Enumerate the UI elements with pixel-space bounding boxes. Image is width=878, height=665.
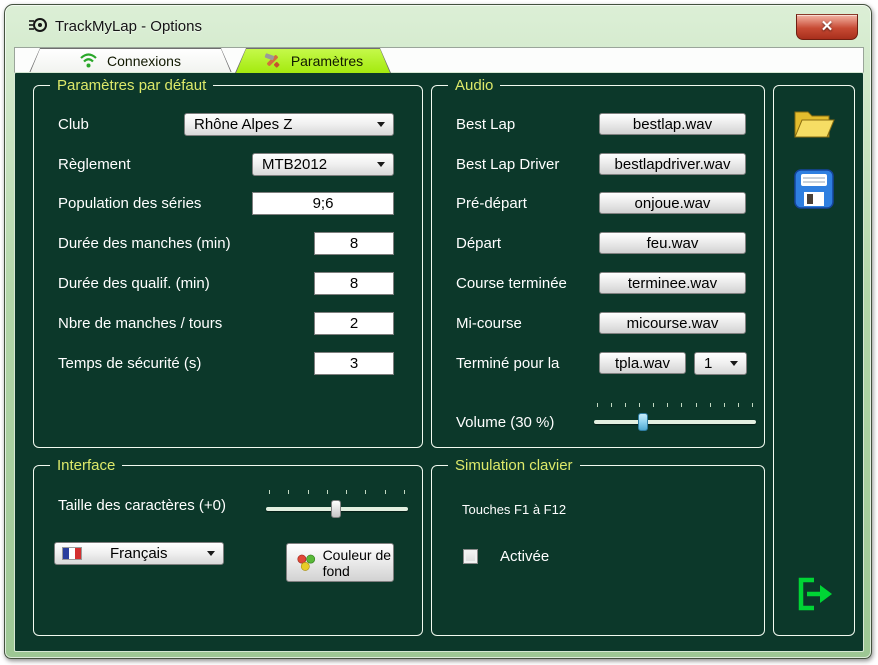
- group-simulation: Simulation clavier Touches F1 à F12 Acti…: [431, 457, 765, 636]
- row-nbre-manches: Nbre de manches / tours: [34, 312, 422, 336]
- temps-securite-input[interactable]: [314, 352, 394, 375]
- reglement-value: MTB2012: [262, 156, 328, 173]
- window-title: TrackMyLap - Options: [55, 18, 202, 35]
- volume-label: Volume (30 %): [456, 414, 555, 431]
- exit-icon[interactable]: [794, 575, 834, 613]
- row-duree-qualif: Durée des qualif. (min): [34, 272, 422, 296]
- row-bestlapdriver: Best Lap Driver bestlapdriver.wav: [432, 153, 764, 177]
- font-size-label: Taille des caractères (+0): [58, 497, 226, 514]
- row-club: Club Rhône Alpes Z: [34, 113, 422, 137]
- bestlapdriver-label: Best Lap Driver: [456, 156, 560, 173]
- tab-parametres-label: Paramètres: [290, 52, 364, 69]
- club-select[interactable]: Rhône Alpes Z: [184, 113, 394, 136]
- micourse-sound-button[interactable]: micourse.wav: [599, 312, 746, 334]
- row-temps-securite: Temps de sécurité (s): [34, 352, 422, 376]
- tools-icon: [264, 52, 280, 68]
- group-interface-title: Interface: [50, 457, 123, 474]
- row-activee: Activée: [463, 548, 549, 565]
- tpla-count-value: 1: [704, 355, 713, 372]
- tpla-count-select[interactable]: 1: [694, 352, 747, 375]
- chevron-down-icon: [730, 361, 738, 366]
- chevron-down-icon: [377, 162, 385, 167]
- duree-qualif-label: Durée des qualif. (min): [58, 275, 210, 292]
- color-balls-icon: [297, 554, 316, 571]
- row-predepart: Pré-départ onjoue.wav: [432, 192, 764, 216]
- tab-parametres[interactable]: Paramètres: [235, 48, 391, 73]
- tab-connexions-label: Connexions: [107, 52, 181, 69]
- bestlap-sound-button[interactable]: bestlap.wav: [599, 113, 746, 135]
- depart-sound-button[interactable]: feu.wav: [599, 232, 746, 254]
- app-icon: [29, 18, 47, 32]
- slider-track[interactable]: [594, 420, 756, 424]
- french-flag-icon: [62, 547, 82, 560]
- volume-slider-thumb[interactable]: [637, 413, 648, 431]
- row-bestlap: Best Lap bestlap.wav: [432, 113, 764, 137]
- duree-manches-label: Durée des manches (min): [58, 235, 231, 252]
- duree-qualif-input[interactable]: [314, 272, 394, 295]
- save-floppy-icon[interactable]: [793, 168, 835, 210]
- nbre-manches-input[interactable]: [314, 312, 394, 335]
- row-reglement: Règlement MTB2012: [34, 153, 422, 177]
- predepart-sound-button[interactable]: onjoue.wav: [599, 192, 746, 214]
- close-button[interactable]: ✕: [796, 14, 858, 40]
- language-value: Français: [110, 545, 168, 562]
- language-select[interactable]: Français: [54, 542, 224, 565]
- temps-securite-label: Temps de sécurité (s): [58, 355, 202, 372]
- tpla-sound-button[interactable]: tpla.wav: [599, 352, 686, 374]
- row-font-size: Taille des caractères (+0): [34, 490, 422, 518]
- options-window: TrackMyLap - Options ✕ Connexions Paramè…: [4, 4, 872, 659]
- predepart-label: Pré-départ: [456, 195, 527, 212]
- club-label: Club: [58, 116, 89, 133]
- row-tpla: Terminé pour la tpla.wav 1: [432, 352, 764, 376]
- font-size-slider-thumb[interactable]: [330, 500, 341, 518]
- tab-connexions[interactable]: Connexions: [29, 48, 232, 73]
- background-color-button[interactable]: Couleur de fond: [286, 543, 394, 582]
- row-population: Population des séries: [34, 192, 422, 216]
- population-input[interactable]: [252, 192, 394, 215]
- micourse-label: Mi-course: [456, 315, 522, 332]
- volume-slider[interactable]: [594, 403, 756, 431]
- title-bar: TrackMyLap - Options ✕: [5, 5, 871, 47]
- slider-ticks: [594, 403, 756, 408]
- bestlapdriver-sound-button[interactable]: bestlapdriver.wav: [599, 153, 746, 175]
- slider-ticks: [266, 490, 408, 495]
- row-volume: Volume (30 %): [432, 403, 764, 435]
- group-interface: Interface Taille des caractères (+0) Fra…: [33, 457, 423, 636]
- course-terminee-sound-button[interactable]: terminee.wav: [599, 272, 746, 294]
- client-area: Paramètres par défaut Club Rhône Alpes Z…: [14, 72, 864, 652]
- course-terminee-label: Course terminée: [456, 275, 567, 292]
- group-simulation-title: Simulation clavier: [448, 457, 580, 474]
- activee-label: Activée: [500, 548, 550, 565]
- chevron-down-icon: [377, 122, 385, 127]
- nbre-manches-label: Nbre de manches / tours: [58, 315, 223, 332]
- activee-checkbox[interactable]: [463, 549, 478, 564]
- depart-label: Départ: [456, 235, 502, 252]
- group-audio: Audio Best Lap bestlap.wav Best Lap Driv…: [431, 77, 765, 448]
- wifi-icon: [80, 53, 97, 68]
- row-duree-manches: Durée des manches (min): [34, 232, 422, 256]
- tab-strip: Connexions Paramètres: [14, 47, 864, 73]
- group-defaults: Paramètres par défaut Club Rhône Alpes Z…: [33, 77, 423, 448]
- bestlap-label: Best Lap: [456, 116, 516, 133]
- keys-info-label: Touches F1 à F12: [462, 502, 567, 517]
- group-audio-title: Audio: [448, 77, 501, 94]
- row-depart: Départ feu.wav: [432, 232, 764, 256]
- tpla-label: Terminé pour la: [456, 355, 560, 372]
- background-color-button-label: Couleur de fond: [322, 546, 392, 579]
- population-label: Population des séries: [58, 195, 202, 212]
- duree-manches-input[interactable]: [314, 232, 394, 255]
- group-defaults-title: Paramètres par défaut: [50, 77, 214, 94]
- reglement-label: Règlement: [58, 156, 131, 173]
- side-panel: [773, 85, 855, 636]
- folder-open-icon[interactable]: [792, 105, 836, 141]
- club-value: Rhône Alpes Z: [194, 116, 293, 133]
- font-size-slider[interactable]: [266, 490, 408, 518]
- reglement-select[interactable]: MTB2012: [252, 153, 394, 176]
- row-course-terminee: Course terminée terminee.wav: [432, 272, 764, 296]
- row-micourse: Mi-course micourse.wav: [432, 312, 764, 336]
- chevron-down-icon: [207, 551, 215, 556]
